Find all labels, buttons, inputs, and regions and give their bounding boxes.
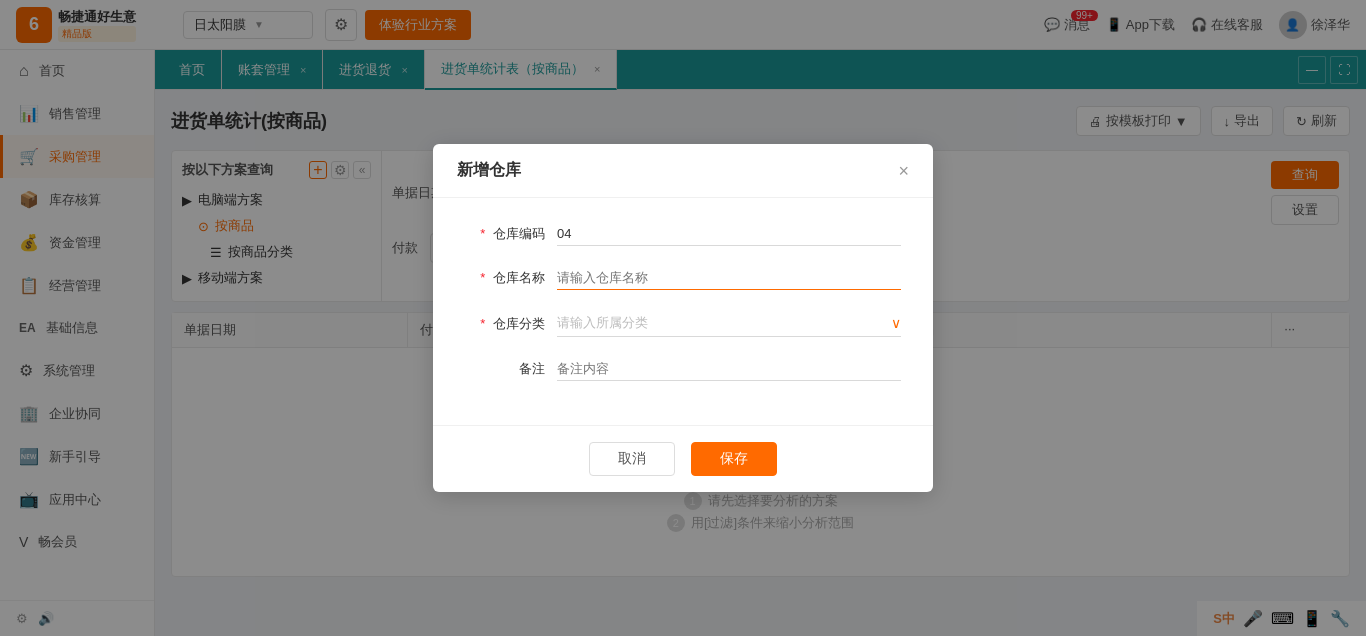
modal-title: 新增仓库 <box>457 160 521 181</box>
modal-overlay[interactable]: 新增仓库 × 仓库编码 仓库名称 仓库分类 请输入 <box>0 0 1366 636</box>
modal-body: 仓库编码 仓库名称 仓库分类 请输入所属分类 ∨ 备 <box>433 198 933 425</box>
remark-input[interactable] <box>557 357 901 381</box>
warehouse-name-input[interactable] <box>557 266 901 290</box>
cancel-button[interactable]: 取消 <box>589 442 675 476</box>
modal-close-button[interactable]: × <box>898 162 909 180</box>
form-row-category: 仓库分类 请输入所属分类 ∨ <box>465 310 901 337</box>
form-row-remark: 备注 <box>465 357 901 381</box>
modal-footer: 取消 保存 <box>433 425 933 492</box>
modal-header: 新增仓库 × <box>433 144 933 198</box>
code-label: 仓库编码 <box>465 225 545 243</box>
form-row-name: 仓库名称 <box>465 266 901 290</box>
category-select[interactable]: 请输入所属分类 ∨ <box>557 310 901 337</box>
category-label: 仓库分类 <box>465 315 545 333</box>
warehouse-code-input[interactable] <box>557 222 901 246</box>
name-label: 仓库名称 <box>465 269 545 287</box>
category-dropdown-arrow: ∨ <box>891 315 901 331</box>
category-placeholder: 请输入所属分类 <box>557 314 891 332</box>
form-row-code: 仓库编码 <box>465 222 901 246</box>
remark-label: 备注 <box>465 360 545 378</box>
save-button[interactable]: 保存 <box>691 442 777 476</box>
new-warehouse-modal: 新增仓库 × 仓库编码 仓库名称 仓库分类 请输入 <box>433 144 933 492</box>
